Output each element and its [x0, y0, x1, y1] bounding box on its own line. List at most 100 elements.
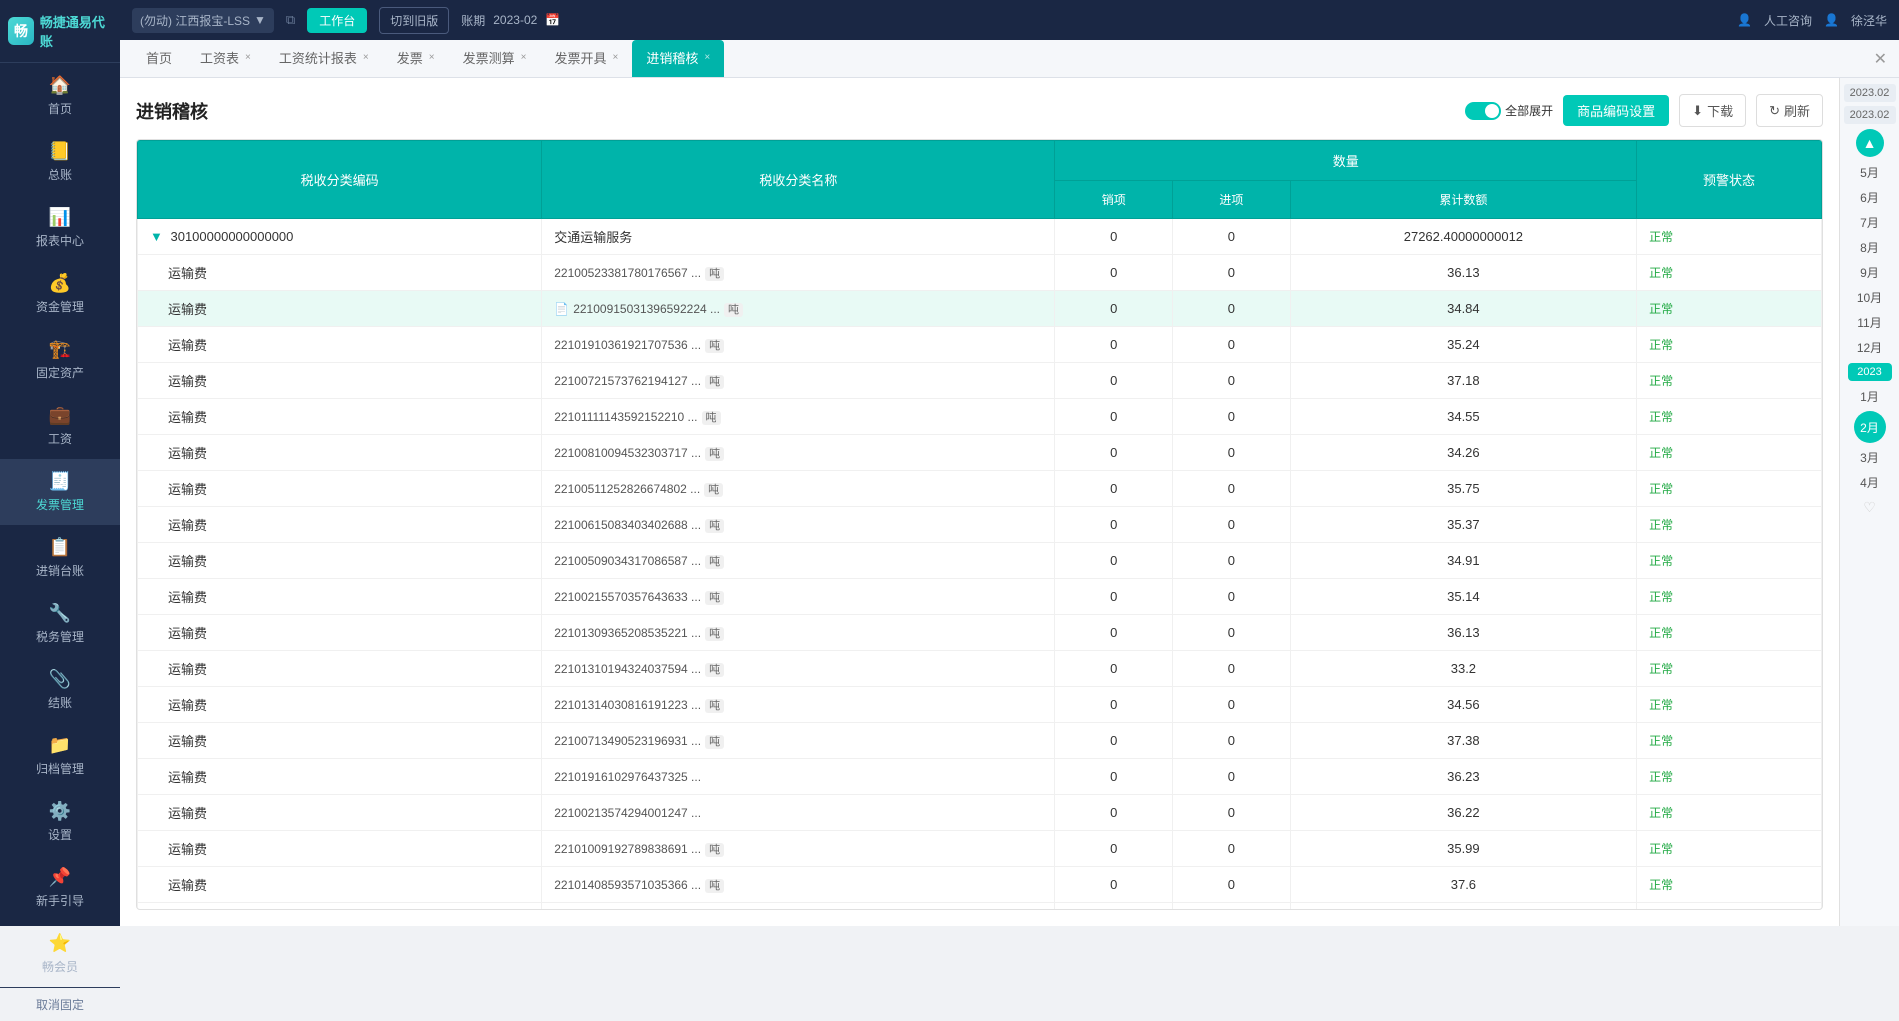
table-row[interactable]: 运输费 22100615083403402688 ...吨 0 0 35.37 … [138, 507, 1822, 543]
tab-sales-verify[interactable]: 进销稽核 × [632, 40, 724, 77]
download-icon: ⬇ [1692, 103, 1703, 119]
tab-sales-verify-close[interactable]: × [704, 52, 710, 63]
cal-month-2-active[interactable]: 2月 [1854, 411, 1886, 443]
row-purchase: 0 [1173, 435, 1291, 471]
row-name: 运输费 [138, 579, 542, 615]
close-all-button[interactable]: ✕ [1874, 49, 1887, 69]
download-button[interactable]: ⬇ 下载 [1679, 94, 1746, 127]
table-row[interactable]: 运输费 22100523381780176567 ...吨 0 0 36.13 … [138, 255, 1822, 291]
table-row[interactable]: 运输费 22100713490523196931 ...吨 0 0 37.38 … [138, 723, 1822, 759]
tab-salary-close[interactable]: × [245, 52, 251, 63]
cal-month-6[interactable]: 6月 [1844, 185, 1896, 210]
copy-icon[interactable]: ⧉ [286, 12, 295, 28]
cal-month-4[interactable]: 4月 [1844, 470, 1896, 495]
table-row[interactable]: 运输费 22100810094532303717 ...吨 0 0 34.26 … [138, 435, 1822, 471]
row-name: 运输费 [138, 903, 542, 911]
table-row[interactable]: 运输费 22101916102976437325 ... 0 0 36.23 正… [138, 759, 1822, 795]
tab-home[interactable]: 首页 [132, 40, 186, 77]
tab-invoice-calc[interactable]: 发票测算 × [449, 40, 541, 77]
sidebar-item-home[interactable]: 🏠 首页 [0, 63, 120, 129]
cal-month-7[interactable]: 7月 [1844, 210, 1896, 235]
table-row[interactable]: 运输费 22100511252826674802 ...吨 0 0 35.75 … [138, 471, 1822, 507]
cal-month-5[interactable]: 5月 [1844, 160, 1896, 185]
sidebar-item-tax[interactable]: 🔧 税务管理 [0, 591, 120, 657]
cal-month-3[interactable]: 3月 [1844, 445, 1896, 470]
row-cumulative: 35.37 [1290, 507, 1636, 543]
table-row[interactable]: 运输费 22100721573762194127 ...吨 0 0 37.18 … [138, 363, 1822, 399]
table-row[interactable]: ▼ 30100000000000000 交通运输服务 0 0 27262.400… [138, 219, 1822, 255]
settings-button[interactable]: 商品编码设置 [1563, 95, 1669, 126]
table-row[interactable]: 运输费 22101310194324037594 ...吨 0 0 33.2 正… [138, 651, 1822, 687]
table-row[interactable]: 运输费 22100213574294001247 ... 0 0 36.22 正… [138, 795, 1822, 831]
row-sale: 0 [1055, 291, 1173, 327]
sidebar-item-archive[interactable]: 📁 归档管理 [0, 723, 120, 789]
settings-icon: ⚙️ [49, 801, 71, 822]
tab-invoice-issue-close[interactable]: × [612, 52, 618, 63]
assets-icon: 🏗️ [49, 339, 71, 360]
tab-invoice-close[interactable]: × [429, 52, 435, 63]
workspace-button[interactable]: 工作台 [307, 8, 367, 33]
unit-tag: 吨 [704, 483, 723, 497]
switch-old-button[interactable]: 切到旧版 [379, 7, 449, 34]
tab-salary-report-close[interactable]: × [363, 52, 369, 63]
company-selector[interactable]: (勿动) 江西报宝-LSS ▼ [132, 8, 274, 33]
table-row[interactable]: 运输费 22101111143592152210 ...吨 0 0 34.55 … [138, 399, 1822, 435]
row-sale: 0 [1055, 255, 1173, 291]
service-label[interactable]: 人工咨询 [1764, 12, 1812, 29]
sidebar-item-assets[interactable]: 🏗️ 固定资产 [0, 327, 120, 393]
sidebar-item-sales-ledger[interactable]: 📋 进销台账 [0, 525, 120, 591]
sidebar-item-label: 结账 [48, 694, 72, 711]
cal-month-9[interactable]: 9月 [1844, 260, 1896, 285]
row-cumulative: 37.38 [1290, 723, 1636, 759]
table-row[interactable]: 运输费 22101314030816191223 ...吨 0 0 34.56 … [138, 687, 1822, 723]
row-purchase: 0 [1173, 831, 1291, 867]
row-invoice-code: 22100810094532303717 ...吨 [542, 435, 1055, 471]
cal-up-button[interactable]: ▲ [1856, 129, 1884, 157]
table-row[interactable]: 运输费 22100509034317086587 ...吨 0 0 34.91 … [138, 543, 1822, 579]
unit-tag: 吨 [705, 555, 724, 569]
sidebar-item-settings[interactable]: ⚙️ 设置 [0, 789, 120, 855]
heart-icon[interactable]: ♡ [1863, 499, 1876, 516]
sidebar-item-funds[interactable]: 💰 资金管理 [0, 261, 120, 327]
row-name: 运输费 [138, 687, 542, 723]
sidebar-item-guide[interactable]: 📌 新手引导 [0, 855, 120, 921]
table-row[interactable]: 运输费 22101309365208535221 ...吨 0 0 36.13 … [138, 615, 1822, 651]
tab-invoice[interactable]: 发票 × [383, 40, 449, 77]
row-status: 正常 [1637, 759, 1822, 795]
cal-month-1[interactable]: 1月 [1844, 384, 1896, 409]
cal-month-12[interactable]: 12月 [1844, 335, 1896, 360]
cal-month-10[interactable]: 10月 [1844, 285, 1896, 310]
cal-month-11[interactable]: 11月 [1844, 310, 1896, 335]
sidebar-item-close[interactable]: 📎 结账 [0, 657, 120, 723]
row-status: 正常 [1637, 903, 1822, 911]
row-sale: 0 [1055, 363, 1173, 399]
sidebar-item-invoice[interactable]: 🧾 发票管理 [0, 459, 120, 525]
table-row[interactable]: 运输费 22101009192789838691 ...吨 0 0 35.99 … [138, 831, 1822, 867]
table-row[interactable]: 运输费 22101419254101434402 ...吨 0 0 34.94 … [138, 903, 1822, 911]
tab-invoice-calc-close[interactable]: × [521, 52, 527, 63]
tab-sales-verify-label: 进销稽核 [646, 48, 698, 67]
unpin-button[interactable]: 取消固定 [0, 987, 120, 1021]
table-row[interactable]: 运输费 22101408593571035366 ...吨 0 0 37.6 正… [138, 867, 1822, 903]
row-sale: 0 [1055, 615, 1173, 651]
sidebar-item-member[interactable]: ⭐ 畅会员 [0, 921, 120, 987]
archive-icon: 📁 [49, 735, 71, 756]
sidebar-item-ledger[interactable]: 📒 总账 [0, 129, 120, 195]
refresh-button[interactable]: ↻ 刷新 [1756, 94, 1823, 127]
content-area: 进销稽核 全部展开 商品编码设置 ⬇ 下载 ↻ 刷 [120, 78, 1899, 926]
table-row[interactable]: 运输费 22100215570357643633 ...吨 0 0 35.14 … [138, 579, 1822, 615]
cal-month-8[interactable]: 8月 [1844, 235, 1896, 260]
expand-icon[interactable]: ▼ [150, 229, 163, 244]
row-status: 正常 [1637, 687, 1822, 723]
calendar-icon[interactable]: 📅 [545, 13, 560, 27]
tab-salary-report[interactable]: 工资统计报表 × [265, 40, 383, 77]
sidebar-item-reports[interactable]: 📊 报表中心 [0, 195, 120, 261]
table-row[interactable]: 运输费 📄22100915031396592224 ...吨 0 0 34.84… [138, 291, 1822, 327]
tab-salary[interactable]: 工资表 × [186, 40, 265, 77]
table-row[interactable]: 运输费 22101910361921707536 ...吨 0 0 35.24 … [138, 327, 1822, 363]
tab-invoice-issue[interactable]: 发票开具 × [540, 40, 632, 77]
sidebar-item-salary[interactable]: 💼 工资 [0, 393, 120, 459]
user-name[interactable]: 徐泾华 [1851, 12, 1887, 29]
expand-toggle[interactable]: 全部展开 [1465, 102, 1553, 120]
toggle-track[interactable] [1465, 102, 1501, 120]
